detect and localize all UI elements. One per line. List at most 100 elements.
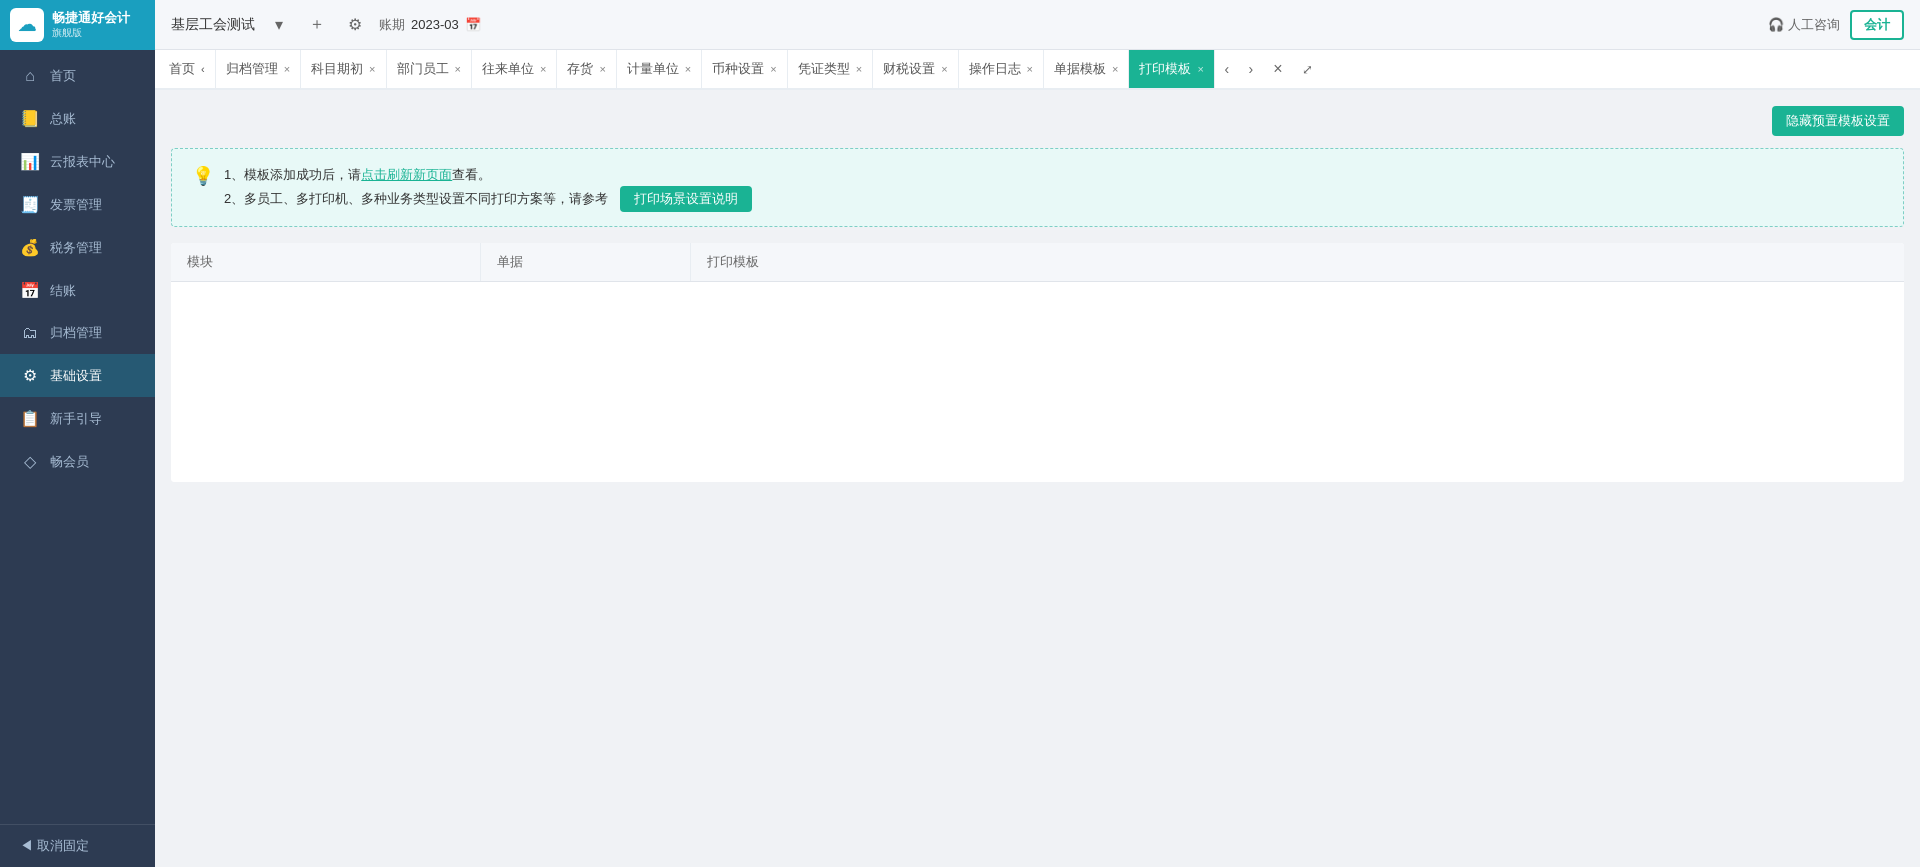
guide-icon: 📋 xyxy=(20,409,40,428)
sidebar-nav: ⌂首页 📒 总账 📊 云报表中心 🧾发票管理 💰 税务管理 📅结账 🗂 归档管理 ⚙ 基础设置 📋 新手引导… xyxy=(0,50,155,824)
sidebar-item-home[interactable]: ⌂首页 xyxy=(0,55,155,97)
home-nav-icon: ‹ xyxy=(201,63,205,75)
kuaiji-button[interactable]: 会计 xyxy=(1850,10,1904,40)
tab-tax-setting[interactable]: 财税设置 × xyxy=(873,50,958,88)
sidebar-label-tax: 税务管理 xyxy=(50,239,102,257)
data-table: 模块单据打印模板 xyxy=(171,243,1904,482)
sidebar-label-home: 首页 xyxy=(50,67,76,85)
sidebar-label-closing: 结账 xyxy=(50,282,76,300)
period-info: 账期 2023-03 📅 xyxy=(379,16,481,34)
tab-close-voucher-type[interactable]: × xyxy=(856,63,862,75)
tab-close-inventory[interactable]: × xyxy=(599,63,605,75)
content-area: 隐藏预置模板设置 💡 1、模板添加成功后，请点击刷新新页面查看。 2、多员工、多… xyxy=(155,90,1920,867)
notice-box: 💡 1、模板添加成功后，请点击刷新新页面查看。 2、多员工、多打印机、多种业务类… xyxy=(171,148,1904,227)
top-bar-left: 基层工会测试 ▾ ＋ ⚙ 账期 2023-03 📅 xyxy=(171,11,481,39)
sidebar-logo: ☁ 畅捷通好会计 旗舰版 xyxy=(0,0,155,50)
tab-close-print-template[interactable]: × xyxy=(1197,63,1203,75)
tab-close-currency[interactable]: × xyxy=(770,63,776,75)
sidebar-label-guide: 新手引导 xyxy=(50,410,102,428)
human-service-label: 人工咨询 xyxy=(1788,16,1840,34)
basic-icon: ⚙ xyxy=(20,366,40,385)
home-tab-label: 首页 xyxy=(169,60,195,78)
sidebar-label-basic: 基础设置 xyxy=(50,367,102,385)
tab-home[interactable]: 首页 ‹ xyxy=(159,50,216,88)
sidebar-item-archive[interactable]: 🗂 归档管理 xyxy=(0,312,155,354)
notice-refresh-link[interactable]: 点击刷新新页面 xyxy=(361,167,452,182)
tab-nav-left[interactable]: ‹ xyxy=(1215,50,1239,89)
notice-content: 1、模板添加成功后，请点击刷新新页面查看。 2、多员工、多打印机、多种业务类型设… xyxy=(224,163,1883,212)
tab-label-single-template: 单据模板 xyxy=(1054,60,1106,78)
print-scene-btn[interactable]: 打印场景设置说明 xyxy=(620,186,752,212)
tab-label-department: 部门员工 xyxy=(397,60,449,78)
table-col-1: 单据 xyxy=(481,243,691,281)
calendar-icon[interactable]: 📅 xyxy=(465,17,481,32)
sidebar-item-closing[interactable]: 📅结账 xyxy=(0,269,155,312)
sidebar-item-member[interactable]: ◇ 畅会员 xyxy=(0,440,155,483)
bulb-icon: 💡 xyxy=(192,165,214,187)
sidebar: ☁ 畅捷通好会计 旗舰版 ⌂首页 📒 总账 📊 云报表中心 🧾发票管理 💰 税务管理 📅结账 🗂 归… xyxy=(0,0,155,867)
tab-close-operation-log[interactable]: × xyxy=(1027,63,1033,75)
sidebar-item-guide[interactable]: 📋 新手引导 xyxy=(0,397,155,440)
tab-department[interactable]: 部门员工 × xyxy=(387,50,472,88)
add-tab-icon[interactable]: ＋ xyxy=(303,11,331,39)
sidebar-footer[interactable]: ◀ 取消固定 xyxy=(0,824,155,867)
sidebar-label-archive: 归档管理 xyxy=(50,324,102,342)
tab-operation-log[interactable]: 操作日志 × xyxy=(959,50,1044,88)
tab-label-currency: 币种设置 xyxy=(712,60,764,78)
notice-line2-prefix: 2、多员工、多打印机、多种业务类型设置不同打印方案等，请参考 xyxy=(224,191,608,206)
dropdown-icon[interactable]: ▾ xyxy=(265,11,293,39)
sidebar-label-member: 畅会员 xyxy=(50,453,89,471)
tab-close-tax-setting[interactable]: × xyxy=(941,63,947,75)
tab-currency[interactable]: 币种设置 × xyxy=(702,50,787,88)
tab-single-template[interactable]: 单据模板 × xyxy=(1044,50,1129,88)
tab-inventory[interactable]: 存货× xyxy=(557,50,616,88)
tab-archive-mgmt[interactable]: 归档管理 × xyxy=(216,50,301,88)
tab-voucher-type[interactable]: 凭证类型 × xyxy=(788,50,873,88)
tab-subject-init[interactable]: 科目期初× xyxy=(301,50,386,88)
hide-template-btn[interactable]: 隐藏预置模板设置 xyxy=(1772,106,1904,136)
tab-close-unit[interactable]: × xyxy=(685,63,691,75)
sidebar-item-ledger[interactable]: 📒 总账 xyxy=(0,97,155,140)
sidebar-item-invoice[interactable]: 🧾发票管理 xyxy=(0,183,155,226)
tab-label-tax-setting: 财税设置 xyxy=(883,60,935,78)
logo-title: 畅捷通好会计 xyxy=(52,10,130,26)
sidebar-label-report: 云报表中心 xyxy=(50,153,115,171)
sidebar-item-basic[interactable]: ⚙ 基础设置 xyxy=(0,354,155,397)
main-area: 基层工会测试 ▾ ＋ ⚙ 账期 2023-03 📅 🎧 人工咨询 会计 首页 ‹ 归… xyxy=(155,0,1920,867)
sidebar-label-ledger: 总账 xyxy=(50,110,76,128)
logo-icon: ☁ xyxy=(10,8,44,42)
tab-close-single-template[interactable]: × xyxy=(1112,63,1118,75)
tab-nav-right[interactable]: › xyxy=(1239,50,1263,89)
member-icon: ◇ xyxy=(20,452,40,471)
logo-text: 畅捷通好会计 旗舰版 xyxy=(52,10,130,40)
sidebar-item-report[interactable]: 📊 云报表中心 xyxy=(0,140,155,183)
tab-bar: 首页‹归档管理×科目期初×部门员工×往来单位×存货×计量单位×币种设置×凭证类型… xyxy=(155,50,1920,90)
tab-close-all[interactable]: × xyxy=(1263,50,1293,89)
report-icon: 📊 xyxy=(20,152,40,171)
sidebar-label-invoice: 发票管理 xyxy=(50,196,102,214)
period-value: 2023-03 xyxy=(411,17,459,32)
tab-close-department[interactable]: × xyxy=(455,63,461,75)
human-service-btn[interactable]: 🎧 人工咨询 xyxy=(1768,16,1840,34)
tab-partner[interactable]: 往来单位× xyxy=(472,50,557,88)
notice-line-1: 1、模板添加成功后，请点击刷新新页面查看。 xyxy=(224,163,1883,186)
tab-expand[interactable]: ⤢ xyxy=(1293,50,1323,89)
sidebar-item-tax[interactable]: 💰 税务管理 xyxy=(0,226,155,269)
ledger-icon: 📒 xyxy=(20,109,40,128)
settings-icon[interactable]: ⚙ xyxy=(341,11,369,39)
table-col-2: 打印模板 xyxy=(691,243,1904,281)
tab-label-archive-mgmt: 归档管理 xyxy=(226,60,278,78)
tab-close-archive-mgmt[interactable]: × xyxy=(284,63,290,75)
table-body xyxy=(171,282,1904,482)
tab-print-template[interactable]: 打印模板× xyxy=(1129,50,1214,88)
tax-icon: 💰 xyxy=(20,238,40,257)
tab-unit[interactable]: 计量单位× xyxy=(617,50,702,88)
logo-sub: 旗舰版 xyxy=(52,26,130,40)
tab-label-voucher-type: 凭证类型 xyxy=(798,60,850,78)
notice-line-2: 2、多员工、多打印机、多种业务类型设置不同打印方案等，请参考 打印场景设置说明 xyxy=(224,186,1883,212)
archive-icon: 🗂 xyxy=(20,324,40,342)
tab-close-partner[interactable]: × xyxy=(540,63,546,75)
tab-label-operation-log: 操作日志 xyxy=(969,60,1021,78)
unpin-label: ◀ 取消固定 xyxy=(20,837,89,855)
tab-close-subject-init[interactable]: × xyxy=(369,63,375,75)
